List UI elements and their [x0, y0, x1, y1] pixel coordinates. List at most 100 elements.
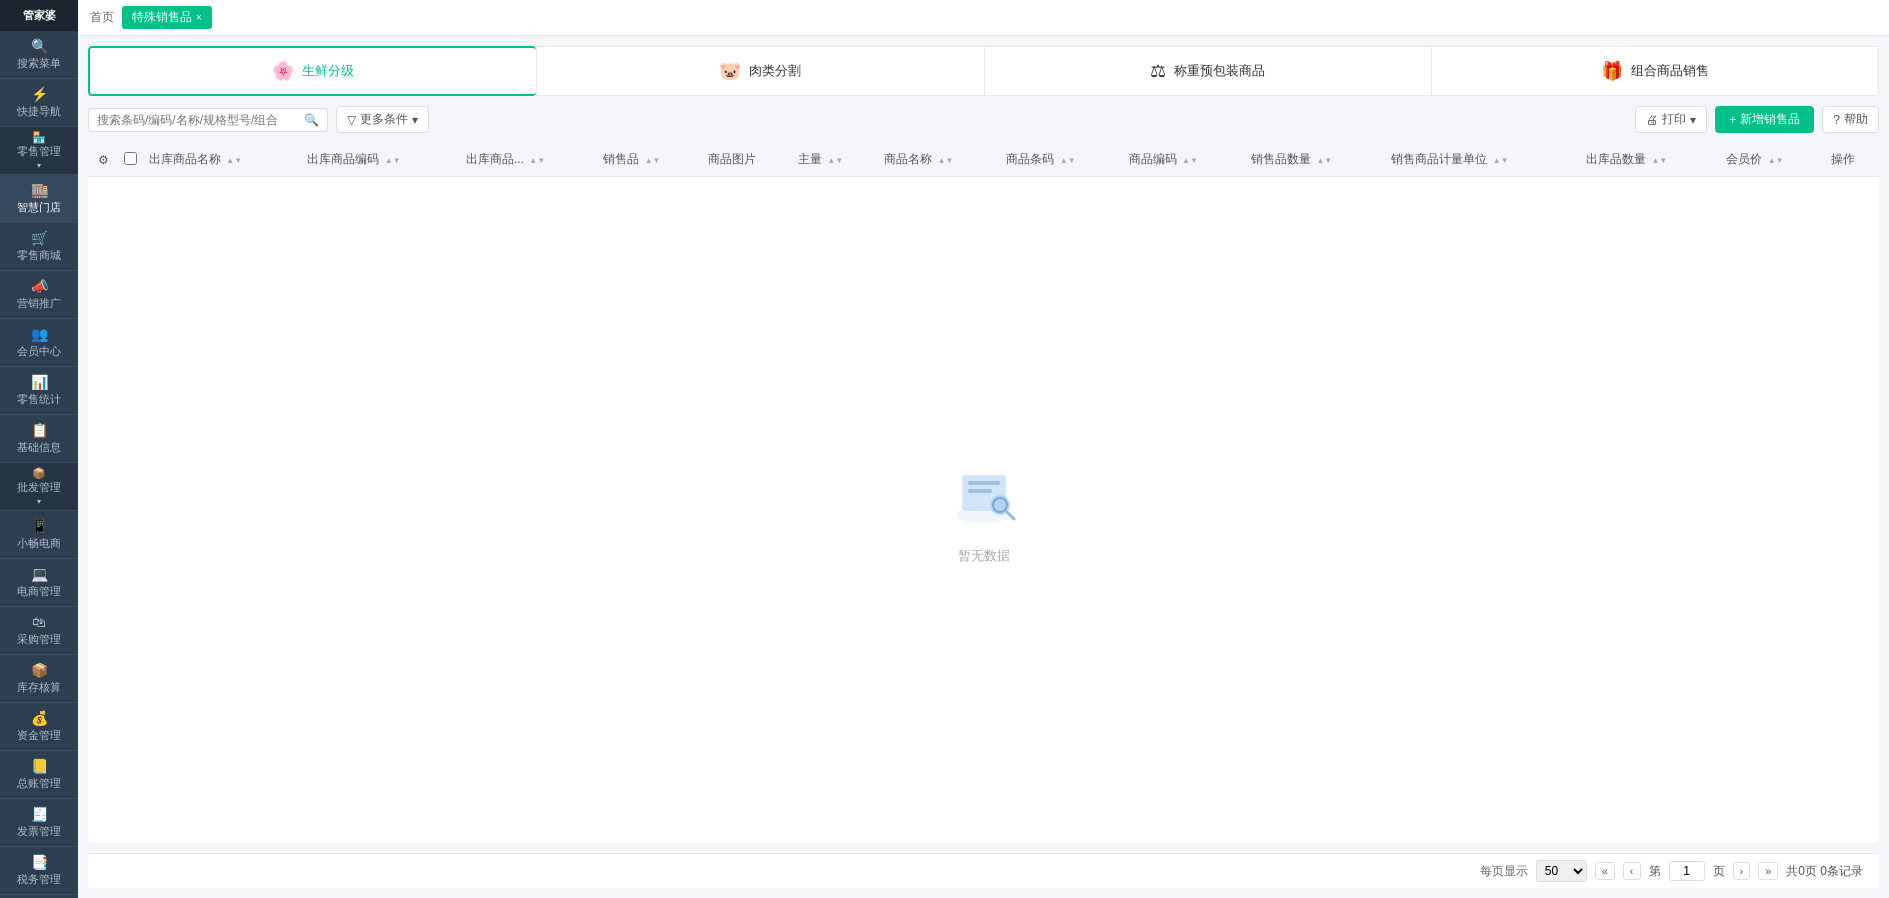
sidebar-item-ecom-mgmt[interactable]: 💻 电商管理: [0, 559, 78, 607]
fresh-icon: 🌸: [272, 60, 294, 82]
th-prod-code[interactable]: 商品编码 ▲▼: [1123, 143, 1245, 177]
empty-illustration: [944, 455, 1024, 535]
sidebar-item-label: 发票管理: [17, 824, 61, 839]
sidebar-item-members[interactable]: 👥 会员中心: [0, 319, 78, 367]
sidebar-item-mini-ecom[interactable]: 📱 小畅电商: [0, 511, 78, 559]
sidebar-item-finance[interactable]: 💰 资金管理: [0, 703, 78, 751]
th-sale-unit[interactable]: 销售商品计量单位 ▲▼: [1385, 143, 1580, 177]
data-table: ⚙ 出库商品名称 ▲▼ 出库商品编码 ▲▼: [88, 143, 1879, 177]
th-checkbox[interactable]: [118, 143, 143, 177]
batch-icon: 📦: [32, 467, 46, 480]
combo-icon: 🎁: [1601, 60, 1623, 82]
ledger-icon: 📒: [31, 758, 48, 774]
sort-arrows-icon: ▲▼: [1060, 157, 1076, 165]
th-action-label: 操作: [1831, 152, 1855, 166]
th-sale-qty-label: 销售品数量: [1251, 152, 1311, 166]
toolbar: 🔍 ▽ 更多条件 ▾ 🖨 打印 ▾ + 新增销售品: [88, 106, 1879, 133]
th-main-qty-label: 主量: [798, 152, 822, 166]
topbar-home-link[interactable]: 首页: [90, 9, 114, 26]
tab-meat[interactable]: 🐷 肉类分割: [536, 46, 983, 96]
sidebar-item-invoice[interactable]: 🧾 发票管理: [0, 799, 78, 847]
sort-arrows-icon: ▲▼: [1768, 157, 1784, 165]
empty-text: 暂无数据: [958, 547, 1010, 565]
sidebar-item-inventory[interactable]: 📦 库存核算: [0, 655, 78, 703]
sidebar-item-batch-mgmt[interactable]: 📦 批发管理 ▾: [0, 463, 78, 511]
sidebar-item-label: 资金管理: [17, 728, 61, 743]
th-out-qty[interactable]: 出库品数量 ▲▼: [1580, 143, 1720, 177]
sidebar-item-label: 快捷导航: [17, 104, 61, 119]
meat-icon: 🐷: [719, 60, 741, 82]
sidebar-item-retail-stats[interactable]: 📊 零售统计: [0, 367, 78, 415]
add-label: 新增销售品: [1740, 111, 1800, 128]
sidebar-item-label: 总账管理: [17, 776, 61, 791]
tab-fresh[interactable]: 🌸 生鲜分级: [88, 46, 536, 96]
sidebar-item-quick[interactable]: ⚡ 快捷导航: [0, 79, 78, 127]
th-main-qty[interactable]: 主量 ▲▼: [792, 143, 878, 177]
th-sale-qty[interactable]: 销售品数量 ▲▼: [1245, 143, 1385, 177]
sidebar: 管家婆 🔍 搜索菜单 ⚡ 快捷导航 🏪 零售管理 ▾ 🏬 智慧门店 🛒 零售商城…: [0, 0, 78, 898]
search-icon[interactable]: 🔍: [304, 113, 319, 127]
svg-rect-2: [968, 481, 1000, 485]
select-all-checkbox[interactable]: [124, 152, 137, 165]
sidebar-item-online-mall[interactable]: 🛒 零售商城: [0, 223, 78, 271]
th-out-code[interactable]: 出库商品编码 ▲▼: [301, 143, 459, 177]
search-input[interactable]: [97, 113, 300, 127]
promo-icon: 📣: [31, 278, 48, 294]
th-prod-name[interactable]: 商品名称 ▲▼: [878, 143, 1000, 177]
active-tab-label: 特殊销售品: [132, 9, 192, 26]
sort-arrows-icon: ▲▼: [226, 157, 242, 165]
tab-combo[interactable]: 🎁 组合商品销售: [1431, 46, 1879, 96]
th-sale-item[interactable]: 销售品 ▲▼: [597, 143, 701, 177]
sidebar-item-search[interactable]: 🔍 搜索菜单: [0, 31, 78, 79]
data-table-container: ⚙ 出库商品名称 ▲▼ 出库商品编码 ▲▼: [88, 143, 1879, 843]
gear-icon: ⚙: [98, 153, 109, 167]
sidebar-item-retail[interactable]: 🏪 零售管理 ▾: [0, 127, 78, 175]
th-prod-code-label: 商品编码: [1129, 152, 1177, 166]
filter-button[interactable]: ▽ 更多条件 ▾: [336, 106, 429, 133]
sidebar-item-label: 零售商城: [17, 248, 61, 263]
basic-info-icon: 📋: [31, 422, 48, 438]
th-gear[interactable]: ⚙: [88, 143, 118, 177]
tab-fresh-label: 生鲜分级: [302, 62, 354, 80]
page-number-input[interactable]: [1669, 861, 1705, 881]
sort-arrows-icon: ▲▼: [1316, 157, 1332, 165]
search-icon: 🔍: [31, 38, 48, 54]
per-page-select[interactable]: 10 20 50 100: [1536, 860, 1587, 882]
sidebar-item-purchase[interactable]: 🛍 采购管理: [0, 607, 78, 655]
main-content: 首页 特殊销售品 × 🌸 生鲜分级 🐷 肉类分割 ⚖ 称重预包装商品 🎁 组合商…: [78, 0, 1889, 898]
sidebar-item-sales-promo[interactable]: 📣 营销推广: [0, 271, 78, 319]
th-out-name[interactable]: 出库商品名称 ▲▼: [143, 143, 301, 177]
th-prod-name-label: 商品名称: [884, 152, 932, 166]
help-button[interactable]: ? 帮助: [1822, 106, 1879, 133]
page-label: 第: [1649, 863, 1661, 880]
quick-icon: ⚡: [31, 86, 48, 102]
sidebar-item-label: 零售管理: [17, 144, 61, 159]
print-icon: 🖨: [1646, 113, 1658, 127]
sidebar-item-tax[interactable]: 📑 税务管理: [0, 847, 78, 895]
next-page-button[interactable]: ›: [1733, 862, 1751, 880]
sidebar-item-smart-store[interactable]: 🏬 智慧门店: [0, 175, 78, 223]
th-barcode[interactable]: 商品条码 ▲▼: [1000, 143, 1122, 177]
page-content: 🌸 生鲜分级 🐷 肉类分割 ⚖ 称重预包装商品 🎁 组合商品销售 🔍: [78, 36, 1889, 898]
last-page-button[interactable]: »: [1758, 862, 1778, 880]
th-img: 商品图片: [702, 143, 792, 177]
first-page-button[interactable]: «: [1595, 862, 1615, 880]
sort-arrows-icon: ▲▼: [1651, 157, 1667, 165]
search-box[interactable]: 🔍: [88, 108, 328, 132]
tab-weight[interactable]: ⚖ 称重预包装商品: [984, 46, 1431, 96]
close-tab-icon[interactable]: ×: [196, 12, 202, 23]
th-member-price[interactable]: 会员价 ▲▼: [1720, 143, 1824, 177]
topbar: 首页 特殊销售品 ×: [78, 0, 1889, 36]
print-button[interactable]: 🖨 打印 ▾: [1635, 106, 1707, 133]
sort-arrows-icon: ▲▼: [1182, 157, 1198, 165]
sort-arrows-icon: ▲▼: [645, 157, 661, 165]
sidebar-item-label: 税务管理: [17, 872, 61, 887]
prev-page-button[interactable]: ‹: [1623, 862, 1641, 880]
add-sale-item-button[interactable]: + 新增销售品: [1715, 106, 1814, 133]
sidebar-item-basic-info[interactable]: 📋 基础信息: [0, 415, 78, 463]
th-out-qty-label: 出库品数量: [1586, 152, 1646, 166]
th-out-spec[interactable]: 出库商品... ▲▼: [460, 143, 597, 177]
active-tab-tag[interactable]: 特殊销售品 ×: [122, 6, 212, 29]
sidebar-item-general-ledger[interactable]: 📒 总账管理: [0, 751, 78, 799]
mall-icon: 🛒: [31, 230, 48, 246]
